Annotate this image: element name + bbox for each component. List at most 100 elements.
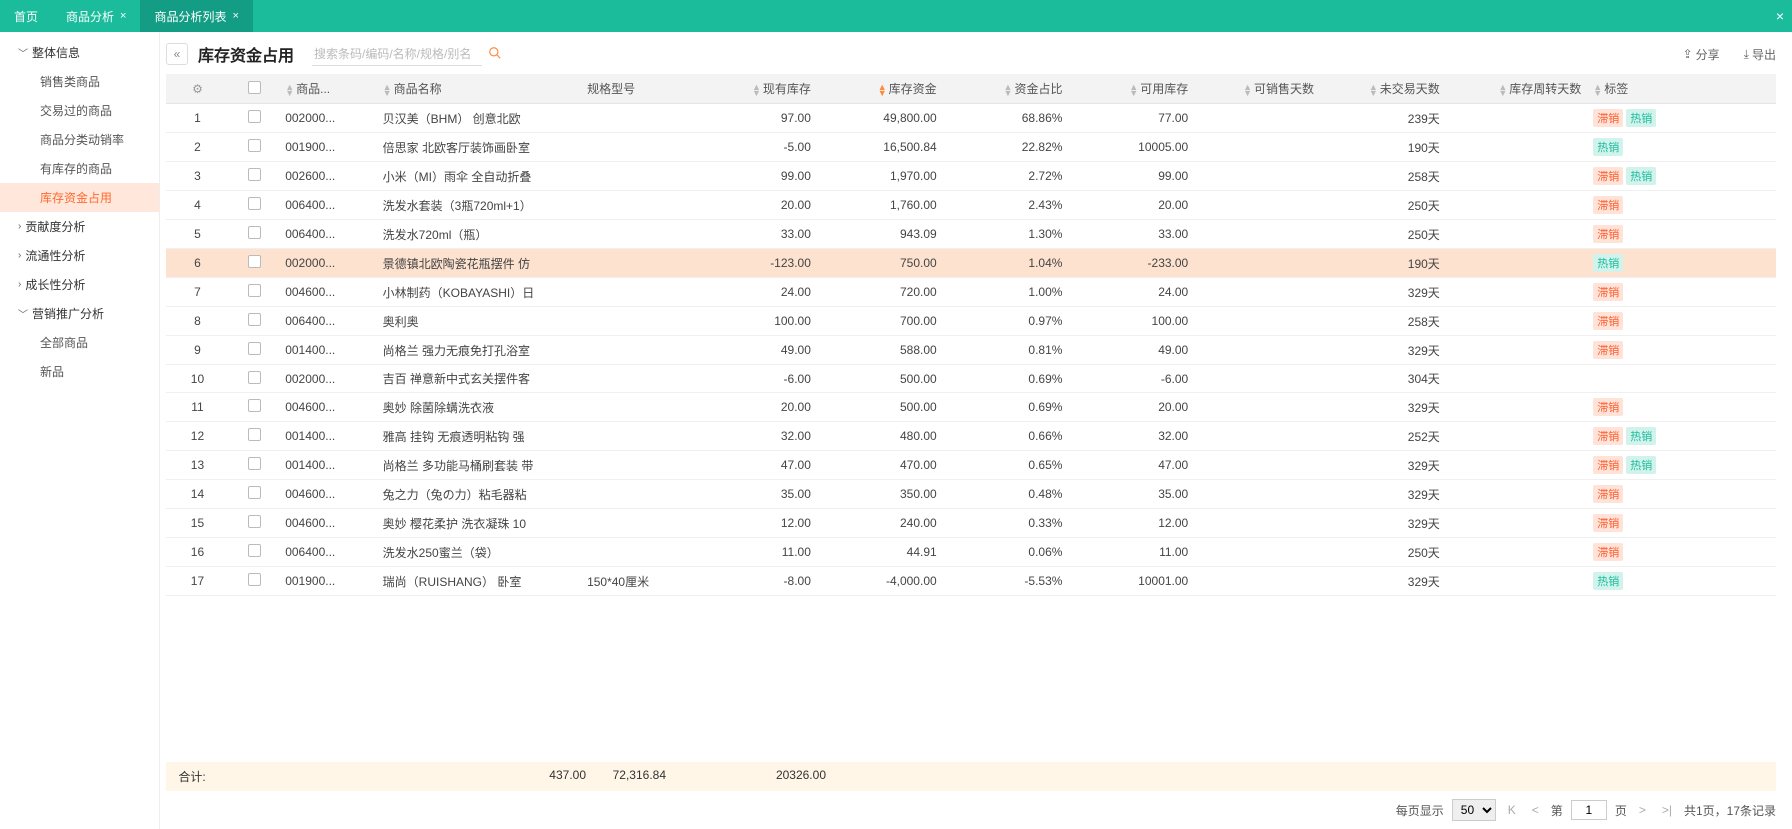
summary-cell-idx: 合计: (172, 768, 212, 785)
cell-fund: 500.00 (817, 365, 943, 393)
sidebar-group[interactable]: ›流通性分析 (0, 241, 159, 270)
row-checkbox[interactable] (248, 110, 261, 123)
column-header-tags[interactable]: ▲▼标签 (1587, 74, 1776, 104)
chevron-right-icon: › (18, 221, 21, 232)
table-row[interactable]: 10002000...吉百 禅意新中式玄关摆件客-6.00500.000.69%… (166, 365, 1776, 393)
cell-saledays (1194, 220, 1320, 249)
cell-stock: 11.00 (691, 538, 817, 567)
table-row[interactable]: 16006400...洗发水250蜜兰（袋）11.0044.910.06%11.… (166, 538, 1776, 567)
row-checkbox[interactable] (248, 168, 261, 181)
cell-idx: 13 (166, 451, 229, 480)
sidebar-item[interactable]: 全部商品 (0, 328, 159, 357)
table-row[interactable]: 6002000...景德镇北欧陶瓷花瓶摆件 仿-123.00750.001.04… (166, 249, 1776, 278)
sidebar-group[interactable]: ›成长性分析 (0, 270, 159, 299)
row-checkbox[interactable] (248, 197, 261, 210)
pager-next-button[interactable]: > (1635, 803, 1650, 817)
sidebar-item[interactable]: 有库存的商品 (0, 154, 159, 183)
column-header-stock[interactable]: ▲▼现有库存 (691, 74, 817, 104)
select-all-checkbox[interactable] (248, 81, 261, 94)
badge-hot: 热销 (1626, 427, 1656, 445)
column-header-pct[interactable]: ▲▼资金占比 (943, 74, 1069, 104)
pager-last-button[interactable]: >| (1658, 803, 1676, 817)
pager-prev-button[interactable]: < (1528, 803, 1543, 817)
row-checkbox[interactable] (248, 457, 261, 470)
row-checkbox[interactable] (248, 486, 261, 499)
cell-chk (229, 133, 279, 162)
sidebar-item[interactable]: 新品 (0, 357, 159, 386)
tab-首页[interactable]: 首页 (0, 0, 52, 32)
column-header-saledays[interactable]: ▲▼可销售天数 (1194, 74, 1320, 104)
row-checkbox[interactable] (248, 255, 261, 268)
row-checkbox[interactable] (248, 139, 261, 152)
cell-chk (229, 538, 279, 567)
export-button[interactable]: ⤓ 导出 (1744, 46, 1776, 63)
pager-page-input[interactable] (1571, 800, 1607, 820)
gear-icon[interactable]: ⚙ (192, 82, 203, 96)
cell-name: 小林制药（KOBAYASHI）日 (377, 278, 581, 307)
row-checkbox[interactable] (248, 428, 261, 441)
cell-chk (229, 509, 279, 538)
sidebar-item[interactable]: 商品分类动销率 (0, 125, 159, 154)
table-row[interactable]: 1002000...贝汉美（BHM） 创意北欧97.0049,800.0068.… (166, 104, 1776, 133)
row-checkbox[interactable] (248, 371, 261, 384)
column-header-turnover[interactable]: ▲▼库存周转天数 (1446, 74, 1588, 104)
search-input[interactable] (312, 43, 482, 66)
row-checkbox[interactable] (248, 544, 261, 557)
row-checkbox[interactable] (248, 226, 261, 239)
cell-pct: 22.82% (943, 133, 1069, 162)
table-row[interactable]: 3002600...小米（MI）雨伞 全自动折叠99.001,970.002.7… (166, 162, 1776, 191)
table-row[interactable]: 15004600...奥妙 樱花柔护 洗衣凝珠 1012.00240.000.3… (166, 509, 1776, 538)
table-row[interactable]: 11004600...奥妙 除菌除螨洗衣液20.00500.000.69%20.… (166, 393, 1776, 422)
cell-stock: 49.00 (691, 336, 817, 365)
column-header-notrade[interactable]: ▲▼未交易天数 (1320, 74, 1446, 104)
cell-notrade: 258天 (1320, 162, 1446, 191)
cell-spec (581, 104, 691, 133)
table-row[interactable]: 9001400...尚格兰 强力无痕免打孔浴室49.00588.000.81%4… (166, 336, 1776, 365)
table-row[interactable]: 14004600...兔之力（兔の力）粘毛器粘35.00350.000.48%3… (166, 480, 1776, 509)
row-checkbox[interactable] (248, 284, 261, 297)
cell-idx: 5 (166, 220, 229, 249)
cell-name: 贝汉美（BHM） 创意北欧 (377, 104, 581, 133)
close-all-tabs-icon[interactable]: × (1776, 0, 1784, 32)
per-page-select[interactable]: 50 (1452, 799, 1496, 821)
sidebar-group[interactable]: ﹀整体信息 (0, 38, 159, 67)
collapse-sidebar-button[interactable]: « (166, 43, 188, 65)
pager-first-button[interactable]: K (1504, 803, 1520, 817)
sidebar-group[interactable]: ›贡献度分析 (0, 212, 159, 241)
table-row[interactable]: 2001900...倍思家 北欧客厅装饰画卧室-5.0016,500.8422.… (166, 133, 1776, 162)
sidebar-group[interactable]: ﹀营销推广分析 (0, 299, 159, 328)
row-checkbox[interactable] (248, 573, 261, 586)
table-row[interactable]: 5006400...洗发水720ml（瓶）33.00943.091.30%33.… (166, 220, 1776, 249)
column-header-name[interactable]: ▲▼商品名称 (377, 74, 581, 104)
sidebar-item[interactable]: 销售类商品 (0, 67, 159, 96)
search-icon[interactable] (488, 46, 502, 63)
sidebar-item[interactable]: 交易过的商品 (0, 96, 159, 125)
sidebar-item[interactable]: 库存资金占用 (0, 183, 159, 212)
cell-spec (581, 480, 691, 509)
column-header-fund[interactable]: ▲▼库存资金 (817, 74, 943, 104)
table-row[interactable]: 8006400...奥利奥100.00700.000.97%100.00258天… (166, 307, 1776, 336)
cell-code: 001400... (279, 336, 376, 365)
table-row[interactable]: 12001400...雅高 挂钩 无痕透明粘钩 强32.00480.000.66… (166, 422, 1776, 451)
cell-avail: -233.00 (1068, 249, 1194, 278)
table-row[interactable]: 13001400...尚格兰 多功能马桶刷套装 带47.00470.000.65… (166, 451, 1776, 480)
table-row[interactable]: 4006400...洗发水套装（3瓶720ml+1）20.001,760.002… (166, 191, 1776, 220)
cell-turnover (1446, 220, 1588, 249)
row-checkbox[interactable] (248, 313, 261, 326)
column-header-code[interactable]: ▲▼商品... (279, 74, 376, 104)
cell-stock: -6.00 (691, 365, 817, 393)
row-checkbox[interactable] (248, 342, 261, 355)
share-button[interactable]: ⇪ 分享 (1683, 46, 1720, 63)
table-row[interactable]: 17001900...瑞尚（RUISHANG） 卧室150*40厘米-8.00-… (166, 567, 1776, 596)
close-tab-icon[interactable]: × (232, 10, 238, 22)
cell-avail: 47.00 (1068, 451, 1194, 480)
close-tab-icon[interactable]: × (120, 10, 126, 22)
cell-saledays (1194, 393, 1320, 422)
column-header-avail[interactable]: ▲▼可用库存 (1068, 74, 1194, 104)
row-checkbox[interactable] (248, 515, 261, 528)
tab-商品分析列表[interactable]: 商品分析列表× (140, 0, 252, 32)
tab-商品分析[interactable]: 商品分析× (52, 0, 140, 32)
cell-avail: 33.00 (1068, 220, 1194, 249)
table-row[interactable]: 7004600...小林制药（KOBAYASHI）日24.00720.001.0… (166, 278, 1776, 307)
row-checkbox[interactable] (248, 399, 261, 412)
